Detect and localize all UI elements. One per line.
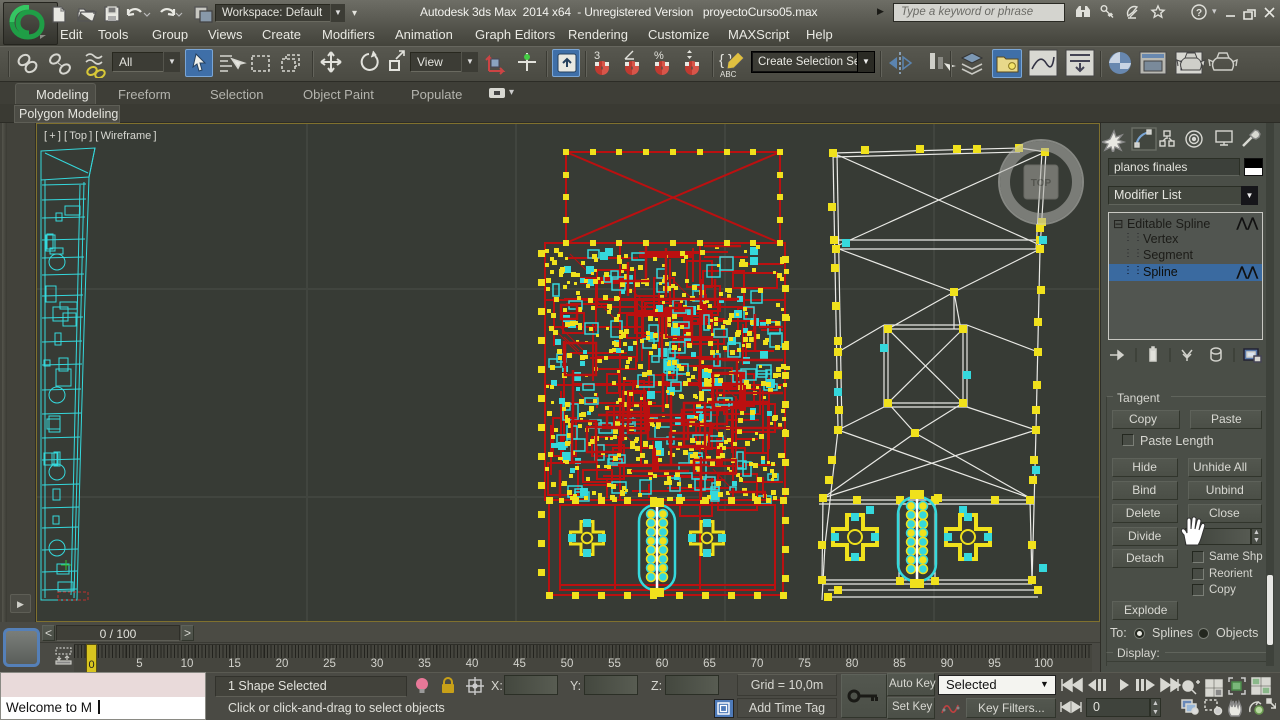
svg-text:TOP: TOP bbox=[1031, 178, 1052, 189]
svg-text:?: ? bbox=[1196, 8, 1202, 19]
svg-text:{: { bbox=[719, 52, 724, 69]
svg-text:%: % bbox=[654, 50, 664, 62]
svg-text:3: 3 bbox=[594, 50, 600, 62]
svg-text:ABC: ABC bbox=[720, 70, 737, 79]
